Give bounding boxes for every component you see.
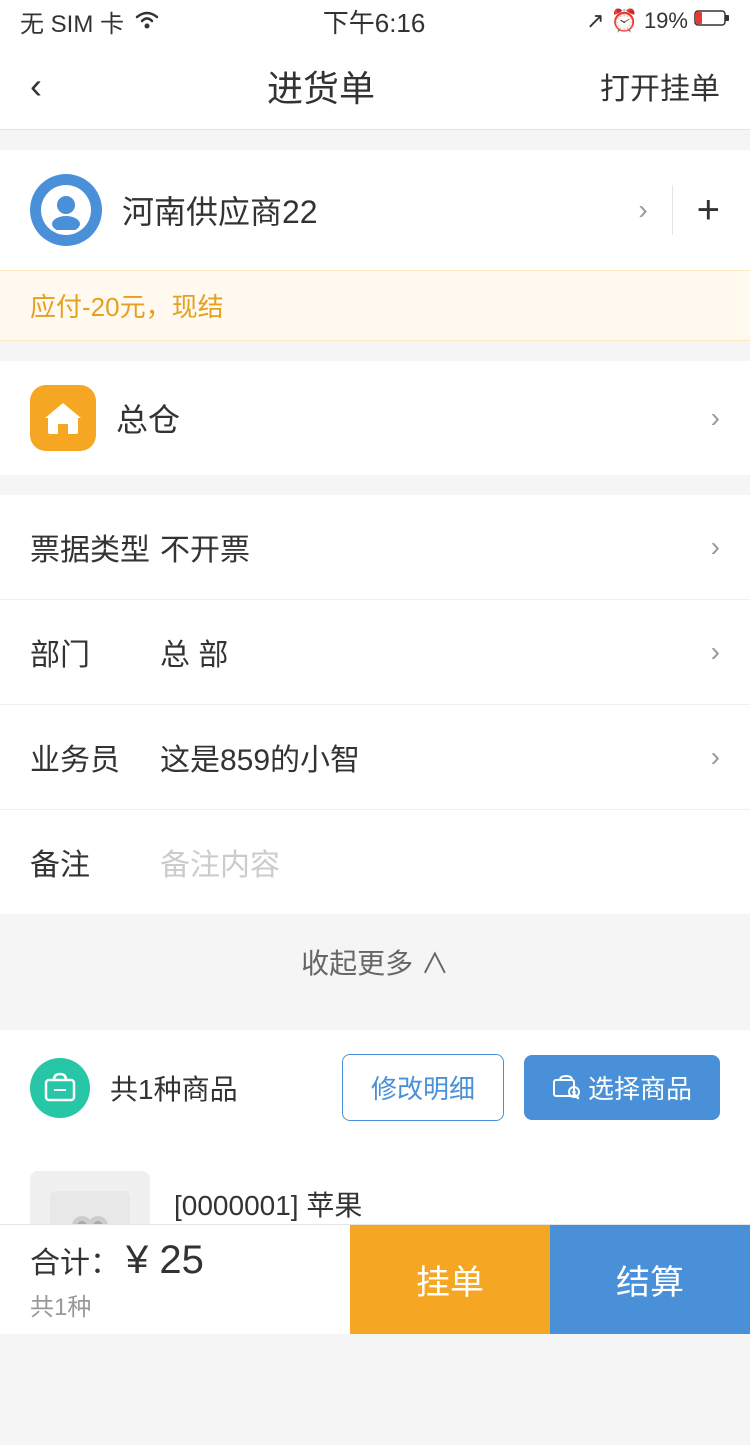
nav-bar: ‹ 进货单 打开挂单 bbox=[0, 42, 750, 130]
form-section: 票据类型 不开票 › 部门 总 部 › 业务员 这是859的小智 › 备注 备注… bbox=[0, 495, 750, 914]
add-supplier-button[interactable]: + bbox=[697, 190, 720, 230]
products-header: 共1种商品 修改明细 选择商品 bbox=[0, 1030, 750, 1145]
remark-row[interactable]: 备注 备注内容 bbox=[0, 810, 750, 914]
collapse-button[interactable]: 收起更多 ∧ bbox=[0, 914, 750, 1010]
supplier-row[interactable]: 河南供应商22 › + bbox=[0, 150, 750, 270]
dept-label: 部门 bbox=[30, 630, 160, 674]
warehouse-section: 总仓 › bbox=[0, 361, 750, 475]
battery-icon bbox=[694, 8, 730, 34]
warehouse-name: 总仓 bbox=[116, 395, 701, 441]
back-button[interactable]: ‹ bbox=[30, 65, 42, 107]
products-count: 共1种商品 bbox=[110, 1068, 322, 1108]
notice-banner: 应付-20元，现结 bbox=[0, 270, 750, 341]
carrier-text: 无 SIM 卡 bbox=[20, 4, 124, 39]
footer: 合计： ¥ 25 共1种 挂单 结算 bbox=[0, 1224, 750, 1334]
select-product-label: 选择商品 bbox=[588, 1069, 692, 1106]
remark-value[interactable]: 备注内容 bbox=[160, 840, 720, 884]
supplier-name: 河南供应商22 bbox=[122, 187, 628, 233]
status-left: 无 SIM 卡 bbox=[20, 4, 162, 39]
supplier-section: 河南供应商22 › + 应付-20元，现结 bbox=[0, 150, 750, 341]
invoice-row[interactable]: 票据类型 不开票 › bbox=[0, 495, 750, 600]
location-icon: ↗ bbox=[586, 8, 604, 34]
total-sub: 共1种 bbox=[30, 1287, 320, 1322]
status-right: ↗ ⏰ 19% bbox=[586, 8, 730, 34]
warehouse-chevron-icon: › bbox=[711, 402, 720, 434]
invoice-value: 不开票 bbox=[160, 525, 701, 569]
battery-text: 19% bbox=[644, 8, 688, 34]
supplier-avatar bbox=[30, 174, 102, 246]
wifi-icon bbox=[132, 7, 162, 36]
product-name: [0000001] 苹果 bbox=[174, 1184, 658, 1224]
page-title: 进货单 bbox=[267, 60, 375, 112]
total-label: 合计： bbox=[30, 1238, 120, 1282]
dept-value: 总 部 bbox=[160, 630, 701, 674]
checkout-button[interactable]: 结算 bbox=[550, 1225, 750, 1334]
hang-button[interactable]: 挂单 bbox=[350, 1225, 550, 1334]
invoice-chevron-icon: › bbox=[711, 531, 720, 563]
dept-chevron-icon: › bbox=[711, 636, 720, 668]
status-bar: 无 SIM 卡 下午6:16 ↗ ⏰ 19% bbox=[0, 0, 750, 42]
warehouse-icon bbox=[30, 385, 96, 451]
total-amount: ¥ 25 bbox=[126, 1238, 204, 1283]
product-title: 苹果 bbox=[306, 1190, 362, 1221]
staff-value: 这是859的小智 bbox=[160, 735, 701, 779]
select-product-button[interactable]: 选择商品 bbox=[524, 1055, 720, 1120]
invoice-label: 票据类型 bbox=[30, 525, 160, 569]
status-time: 下午6:16 bbox=[323, 3, 426, 40]
supplier-chevron-icon: › bbox=[638, 194, 647, 226]
supplier-divider bbox=[672, 185, 673, 235]
staff-label: 业务员 bbox=[30, 735, 160, 779]
dept-row[interactable]: 部门 总 部 › bbox=[0, 600, 750, 705]
product-code: [0000001] bbox=[174, 1190, 299, 1221]
open-hang-button[interactable]: 打开挂单 bbox=[600, 64, 720, 108]
remark-label: 备注 bbox=[30, 840, 160, 884]
staff-row[interactable]: 业务员 这是859的小智 › bbox=[0, 705, 750, 810]
footer-total: 合计： ¥ 25 共1种 bbox=[0, 1225, 350, 1334]
edit-detail-button[interactable]: 修改明细 bbox=[342, 1054, 504, 1121]
products-icon bbox=[30, 1058, 90, 1118]
alarm-icon: ⏰ bbox=[611, 8, 638, 34]
staff-chevron-icon: › bbox=[711, 741, 720, 773]
warehouse-row[interactable]: 总仓 › bbox=[0, 361, 750, 475]
